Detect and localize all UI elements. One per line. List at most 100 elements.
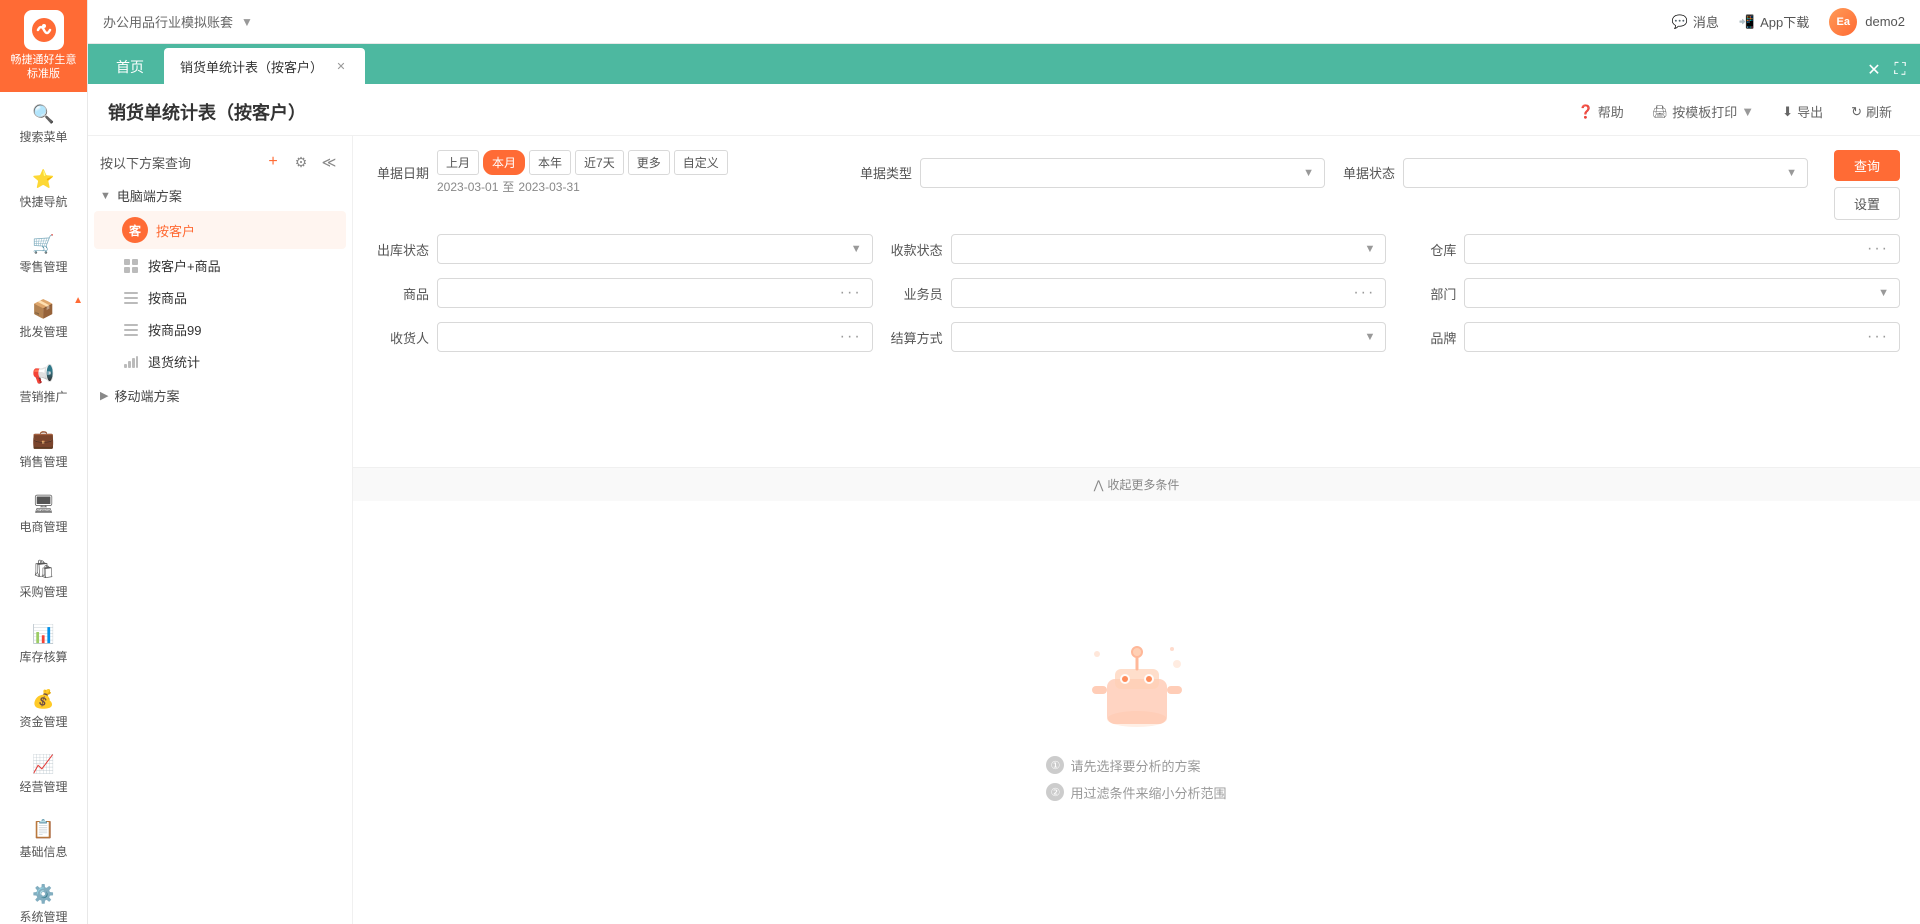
sidebar-item-purchase-mgmt[interactable]: 🛍 采购管理 (0, 547, 87, 612)
sidebar-item-quick-nav[interactable]: ⭐ 快捷导航 (0, 157, 87, 222)
date-btn-this-month[interactable]: 本月 (483, 150, 525, 175)
marketing-icon: 📢 (32, 364, 54, 385)
app-download-button[interactable]: 📲 App下载 (1739, 12, 1809, 31)
sidebar-item-operations[interactable]: 📈 经营管理 (0, 742, 87, 807)
brand-select[interactable]: ··· (1464, 322, 1900, 352)
help-label: 帮助 (1598, 102, 1624, 121)
collapse-bar[interactable]: ⋀ 收起更多条件 (353, 467, 1920, 501)
scheme-collapse-button[interactable]: ≪ (318, 151, 340, 173)
scheme-group-pc: ▼ 电脑端方案 客 按客户 按客户+商 (88, 181, 352, 377)
sidebar-item-inventory[interactable]: 📊 库存核算 (0, 612, 87, 677)
sidebar-item-sys-mgmt[interactable]: ⚙️ 系统管理 (0, 872, 87, 924)
logo-area[interactable]: 畅捷通好生意 标准版 (0, 0, 87, 92)
dept-select[interactable]: ▼ (1464, 278, 1900, 308)
date-btn-7days[interactable]: 近7天 (575, 150, 624, 175)
template-print-button[interactable]: 🖨 按模板打印 ▼ (1644, 98, 1762, 125)
warehouse-label: 仓库 (1400, 240, 1456, 259)
scheme-panel: 按以下方案查询 + ⚙ ≪ ▼ 电脑端方案 (88, 136, 353, 924)
help-icon: ❓ (1578, 104, 1594, 120)
header-left: 办公用品行业模拟账套 ▼ (103, 12, 253, 31)
tip-text-2: 用过滤条件来缩小分析范围 (1070, 783, 1226, 802)
settlement-label: 结算方式 (887, 328, 943, 347)
help-button[interactable]: ❓ 帮助 (1570, 98, 1632, 125)
scheme-add-button[interactable]: + (262, 151, 284, 173)
tab-sales-stat[interactable]: 销货单统计表（按客户） ✕ (164, 48, 365, 84)
by-goods-99-label: 按商品99 (148, 320, 201, 339)
refresh-button[interactable]: ↻ 刷新 (1843, 98, 1900, 125)
tip-num-1: ① (1046, 756, 1064, 774)
export-button[interactable]: ⬇ 导出 (1774, 98, 1831, 125)
message-button[interactable]: 💬 消息 (1672, 12, 1719, 31)
filter-brand: 品牌 ··· (1400, 322, 1900, 352)
scheme-item-by-goods-99[interactable]: 按商品99 (94, 314, 346, 345)
tab-close-all-button[interactable]: ✕ (1864, 60, 1884, 80)
salesman-label: 业务员 (887, 284, 943, 303)
sidebar-item-ecom-mgmt[interactable]: 🖥 电商管理 (0, 482, 87, 547)
brand-label: 品牌 (1400, 328, 1456, 347)
scheme-settings-button[interactable]: ⚙ (290, 151, 312, 173)
filter-row-1: 单据日期 上月 本月 本年 近7天 更多 自定义 (373, 150, 1900, 220)
date-btn-last-month[interactable]: 上月 (437, 150, 479, 175)
scheme-group-mobile-header[interactable]: ▶ 移动端方案 (88, 381, 352, 410)
sidebar-item-search-menu[interactable]: 🔍 搜索菜单 (0, 92, 87, 157)
warehouse-dots: ··· (1867, 240, 1889, 258)
sales-mgmt-icon: 💼 (32, 429, 54, 450)
tip-num-2: ② (1046, 783, 1064, 801)
filter-goods: 商品 ··· (373, 278, 873, 308)
receipt-status-select[interactable]: ▼ (951, 234, 1387, 264)
filter-doc-status: 单据状态 ▼ (1339, 150, 1808, 195)
filter-panel: 单据日期 上月 本月 本年 近7天 更多 自定义 (353, 136, 1920, 467)
doc-type-select[interactable]: ▼ (920, 158, 1325, 188)
date-btn-more[interactable]: 更多 (628, 150, 670, 175)
dept-arrow: ▼ (1878, 287, 1889, 299)
sidebar-item-retail-mgmt[interactable]: 🛒 零售管理 (0, 222, 87, 287)
sidebar-item-base-info[interactable]: 📋 基础信息 (0, 807, 87, 872)
date-btn-this-year[interactable]: 本年 (529, 150, 571, 175)
sidebar-item-finance[interactable]: 💰 资金管理 (0, 677, 87, 742)
scheme-group-pc-header[interactable]: ▼ 电脑端方案 (88, 181, 352, 210)
scheme-header-actions: + ⚙ ≪ (262, 151, 340, 173)
scheme-item-by-customer-goods[interactable]: 按客户+商品 (94, 250, 346, 281)
doc-status-select[interactable]: ▼ (1403, 158, 1808, 188)
page-content: 销货单统计表（按客户） ❓ 帮助 🖨 按模板打印 ▼ ⬇ 导出 (88, 84, 1920, 924)
tab-home[interactable]: 首页 (98, 50, 162, 84)
scheme-item-by-customer[interactable]: 客 按客户 (94, 211, 346, 249)
page-title: 销货单统计表（按客户） (108, 99, 306, 125)
settings-button[interactable]: 设置 (1834, 187, 1900, 220)
settlement-select[interactable]: ▼ (951, 322, 1387, 352)
date-range-display[interactable]: 2023-03-01 至 2023-03-31 (437, 178, 842, 195)
logo-text: 畅捷通好生意 标准版 (5, 53, 82, 82)
sidebar-item-wholesale-mgmt[interactable]: 📦 批发管理 ▲ (0, 287, 87, 352)
query-button[interactable]: 查询 (1834, 150, 1900, 181)
goods-dots: ··· (840, 284, 862, 302)
goods-select[interactable]: ··· (437, 278, 873, 308)
scheme-item-return-stat[interactable]: 退货统计 (94, 346, 346, 377)
sidebar-label-ecom-mgmt: 电商管理 (19, 518, 67, 535)
doc-status-label: 单据状态 (1339, 163, 1395, 182)
salesman-select[interactable]: ··· (951, 278, 1387, 308)
out-status-select[interactable]: ▼ (437, 234, 873, 264)
sidebar-item-sales-mgmt[interactable]: 💼 销售管理 (0, 417, 87, 482)
print-dropdown-arrow[interactable]: ▼ (1741, 104, 1754, 119)
date-btn-custom[interactable]: 自定义 (674, 150, 728, 175)
by-goods-99-icon (122, 321, 140, 339)
salesman-dots: ··· (1353, 284, 1375, 302)
warehouse-select[interactable]: ··· (1464, 234, 1900, 264)
receiver-dots: ··· (840, 328, 862, 346)
title-actions: ❓ 帮助 🖨 按模板打印 ▼ ⬇ 导出 ↻ 刷新 (1570, 98, 1900, 125)
user-avatar: Ea (1829, 8, 1857, 36)
by-customer-label: 按客户 (156, 221, 195, 240)
user-profile[interactable]: Ea demo2 (1829, 8, 1905, 36)
breadcrumb-arrow[interactable]: ▼ (241, 15, 253, 29)
scheme-item-by-goods[interactable]: 按商品 (94, 282, 346, 313)
scheme-header-title: 按以下方案查询 (100, 153, 191, 172)
sidebar-label-base-info: 基础信息 (19, 843, 67, 860)
tab-close-button[interactable]: ✕ (333, 58, 349, 74)
receiver-select[interactable]: ··· (437, 322, 873, 352)
tab-maximize-button[interactable]: ⛶ (1890, 60, 1910, 80)
settlement-arrow: ▼ (1364, 331, 1375, 343)
date-quick-buttons: 上月 本月 本年 近7天 更多 自定义 (437, 150, 842, 175)
wholesale-mgmt-icon: 📦 (32, 299, 54, 320)
sidebar-item-marketing[interactable]: 📢 营销推广 (0, 352, 87, 417)
finance-icon: 💰 (32, 689, 54, 710)
